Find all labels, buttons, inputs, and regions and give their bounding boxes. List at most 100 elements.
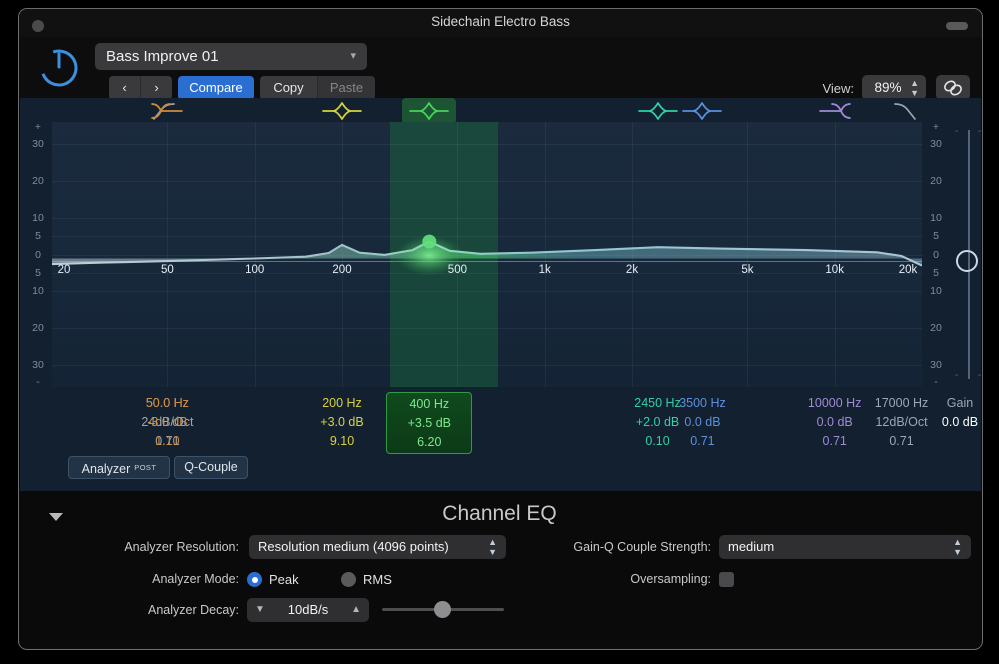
analyzer-resolution-select[interactable]: Resolution medium (4096 points) ▲▼ [249, 535, 506, 559]
band-3-q[interactable]: 9.10 [299, 432, 385, 451]
master-gain-value[interactable]: 0.0 dB [930, 413, 983, 432]
gain-tick-label: + [924, 121, 948, 133]
analyzer-decay-value: 10dB/s [288, 602, 328, 617]
gain-tick-label: 10 [924, 285, 948, 297]
oversampling-checkbox[interactable] [719, 572, 734, 587]
title-bar: Sidechain Electro Bass [19, 9, 982, 37]
band-4-q[interactable]: 6.20 [387, 433, 471, 452]
band-2-q[interactable]: 1.10 [124, 432, 210, 451]
plugin-name: Channel EQ [19, 502, 980, 526]
gain-tick-label: 5 [924, 230, 948, 242]
frequency-tick-label: 5k [741, 264, 753, 276]
master-gain-slider[interactable]: - - - - [961, 122, 977, 387]
band-3-type-bell-icon[interactable] [315, 98, 369, 124]
compare-button[interactable]: Compare [178, 76, 254, 100]
gain-tick-label: 30 [924, 359, 948, 371]
gain-tick-label: - [924, 376, 948, 388]
master-gain-label: Gain [930, 392, 983, 413]
view-zoom-selector[interactable]: 89% ▲▼ [862, 75, 926, 100]
band-2-frequency[interactable]: 50.0 Hz [124, 394, 210, 413]
band-7-type-highshelf-icon[interactable] [808, 98, 862, 124]
gain-slider-knob[interactable] [956, 250, 978, 272]
gain-tick-label: 20 [26, 175, 50, 187]
gain-tick-bottom-left: - [955, 370, 958, 381]
stepper-arrows-icon: ▲▼ [488, 537, 497, 557]
band-2-gain[interactable]: -3.0 dB [124, 413, 210, 432]
chevron-down-icon[interactable]: ▼ [255, 598, 265, 622]
band-3-parameters[interactable]: 200 Hz+3.0 dB9.10 [299, 392, 385, 454]
band-4-parameters[interactable]: 400 Hz+3.5 dB6.20 [386, 392, 472, 454]
band-2-type-lowshelf-icon[interactable] [140, 98, 194, 124]
frequency-tick-label: 100 [245, 264, 264, 276]
view-label: View: [822, 81, 854, 96]
preset-name: Bass Improve 01 [106, 48, 219, 65]
band-8-type-lowpass-icon[interactable] [875, 98, 929, 124]
eq-response-curve [52, 122, 922, 387]
preset-button-row: ‹ › Compare Copy Paste [109, 76, 375, 100]
frequency-tick-label: 10k [825, 264, 844, 276]
link-button[interactable] [936, 75, 970, 100]
band-4-type-bell-icon[interactable] [402, 98, 456, 124]
preset-selector[interactable]: Bass Improve 01 ▾ [95, 43, 367, 70]
band-parameters: 50.0 Hz24dB/Oct0.7150.0 Hz-3.0 dB1.10200… [52, 392, 922, 454]
gain-tick-label: - [26, 376, 50, 388]
previous-preset-button[interactable]: ‹ [109, 76, 141, 100]
analyzer-mode-rms-radio[interactable] [341, 572, 356, 587]
eq-panel: 20501002005001k2k5k10k20k +3020105051020… [20, 98, 981, 491]
gain-q-couple-value: medium [728, 539, 774, 554]
gain-tick-top-left: - [955, 126, 958, 137]
band-3-frequency[interactable]: 200 Hz [299, 394, 385, 413]
oversampling-label: Oversampling: [531, 572, 711, 586]
q-couple-button[interactable]: Q-Couple [174, 456, 248, 479]
gain-tick-label: 5 [924, 267, 948, 279]
gain-axis-right: +302010505102030- [924, 122, 948, 387]
resize-handle[interactable] [946, 22, 968, 30]
band-4-frequency[interactable]: 400 Hz [387, 395, 471, 414]
gain-tick-label: 0 [924, 249, 948, 261]
frequency-tick-label: 20k [899, 264, 918, 276]
analyzer-decay-label: Analyzer Decay: [79, 603, 239, 617]
band-6-gain[interactable]: 0.0 dB [659, 413, 745, 432]
gain-axis-left: +302010505102030- [26, 122, 50, 387]
band-6-type-bell-icon[interactable] [675, 98, 729, 124]
band-type-icon-strip [52, 98, 922, 124]
analyzer-decay-slider-knob[interactable] [434, 601, 451, 618]
analyzer-button[interactable]: AnalyzerPOST [68, 456, 170, 479]
band-2-parameters[interactable]: 50.0 Hz-3.0 dB1.10 [124, 392, 210, 454]
eq-graph[interactable]: 20501002005001k2k5k10k20k [52, 122, 922, 387]
analyzer-resolution-label: Analyzer Resolution: [79, 540, 239, 554]
analyzer-mode-rms-label[interactable]: RMS [363, 572, 392, 587]
paste-button[interactable]: Paste [318, 76, 375, 100]
gain-tick-label: 20 [26, 322, 50, 334]
gain-tick-label: 10 [924, 212, 948, 224]
band-6-parameters[interactable]: 3500 Hz0.0 dB0.71 [659, 392, 745, 454]
gain-tick-label: 10 [26, 285, 50, 297]
analyzer-resolution-value: Resolution medium (4096 points) [258, 539, 449, 554]
gain-tick-label: 20 [924, 175, 948, 187]
analyzer-decay-stepper[interactable]: ▼ 10dB/s ▲ [247, 598, 369, 622]
band-3-gain[interactable]: +3.0 dB [299, 413, 385, 432]
band-8-q[interactable]: 0.71 [859, 432, 945, 451]
analyzer-label: Analyzer [82, 462, 131, 476]
band-6-frequency[interactable]: 3500 Hz [659, 394, 745, 413]
gain-tick-label: 20 [924, 322, 948, 334]
analyzer-mode-peak-radio[interactable] [247, 572, 262, 587]
view-zoom-value: 89% [874, 80, 901, 95]
chevron-up-icon[interactable]: ▲ [351, 598, 361, 622]
band-4-gain[interactable]: +3.5 dB [387, 414, 471, 433]
next-preset-button[interactable]: › [141, 76, 172, 100]
analyzer-post-badge: POST [134, 463, 156, 472]
gain-q-couple-select[interactable]: medium ▲▼ [719, 535, 971, 559]
frequency-tick-label: 1k [539, 264, 551, 276]
plugin-window: Sidechain Electro Bass Bass Improve 01 ▾… [18, 8, 983, 650]
band-6-q[interactable]: 0.71 [659, 432, 745, 451]
gain-tick-label: 10 [26, 212, 50, 224]
analyzer-mode-peak-label[interactable]: Peak [269, 572, 299, 587]
frequency-tick-label: 50 [161, 264, 174, 276]
power-button[interactable] [38, 47, 80, 89]
frequency-tick-label: 2k [626, 264, 638, 276]
copy-button[interactable]: Copy [260, 76, 318, 100]
frequency-tick-label: 200 [332, 264, 351, 276]
master-gain-readout[interactable]: Gain 0.0 dB [930, 392, 983, 432]
gain-tick-label: 5 [26, 230, 50, 242]
